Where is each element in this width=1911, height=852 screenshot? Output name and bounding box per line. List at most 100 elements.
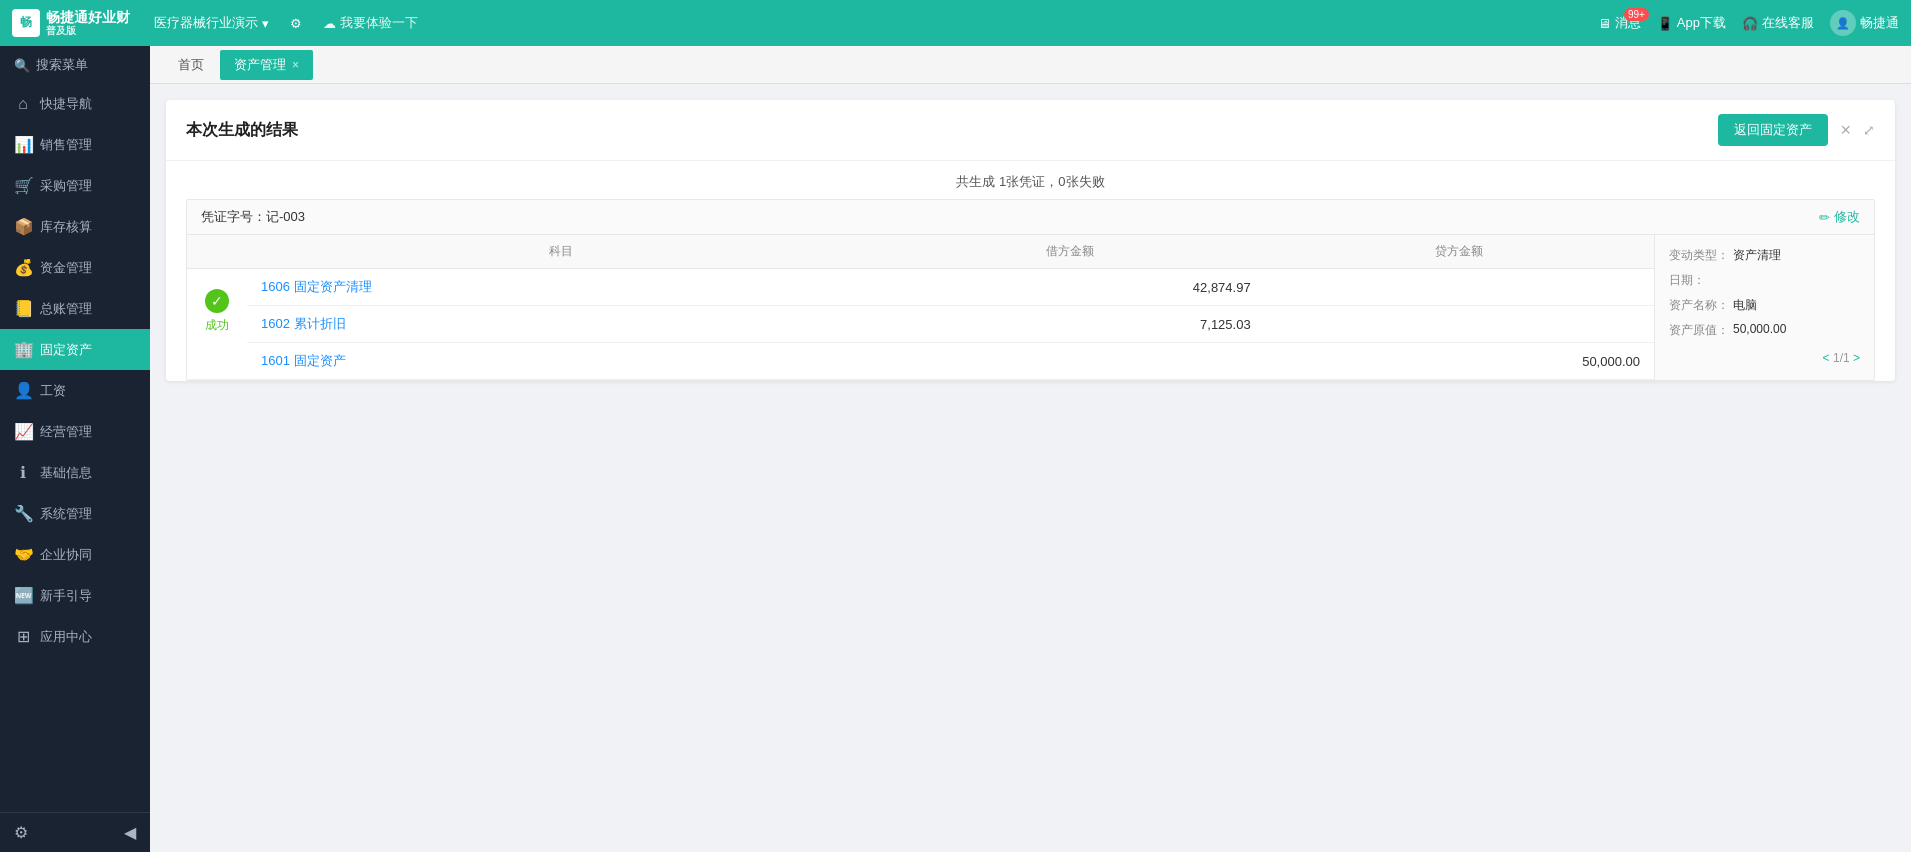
status-cell: ✓ 成功 xyxy=(187,269,247,380)
date-label: 日期： xyxy=(1669,272,1705,289)
operations-icon: 📈 xyxy=(14,422,32,441)
logo-name: 畅捷通好业财 xyxy=(46,9,130,26)
col-credit: 贷方金额 xyxy=(1265,235,1654,269)
debit-cell-3 xyxy=(875,343,1264,380)
sidebar-item-sales[interactable]: 📊 销售管理 xyxy=(0,124,150,165)
subject-cell-1601[interactable]: 1601 固定资产 xyxy=(247,343,875,380)
online-service-button[interactable]: 🎧 在线客服 xyxy=(1742,14,1814,32)
fixed-assets-icon: 🏢 xyxy=(14,340,32,359)
online-service-label: 在线客服 xyxy=(1762,14,1814,32)
logo-sub: 普及版 xyxy=(46,25,130,37)
sidebar-item-finance[interactable]: 💰 资金管理 xyxy=(0,247,150,288)
experience-icon: ☁ xyxy=(323,16,336,31)
sidebar-label-app-center: 应用中心 xyxy=(40,628,92,646)
sidebar-bottom: ⚙ ◀ xyxy=(0,812,150,852)
col-debit: 借方金额 xyxy=(875,235,1264,269)
top-bar: 畅 畅捷通好业财 普及版 医疗器械行业演示 ▾ ⚙ ☁ 我要体验一下 🖥 消息 … xyxy=(0,0,1911,46)
col-subject: 科目 xyxy=(247,235,875,269)
tab-home[interactable]: 首页 xyxy=(166,50,216,80)
search-icon: 🔍 xyxy=(14,58,30,73)
panel-expand-button[interactable]: ⤢ xyxy=(1863,122,1875,138)
subject-code-3: 1601 固定资产 xyxy=(261,353,346,368)
asset-name-value: 电脑 xyxy=(1733,297,1757,314)
ledger-icon: 📒 xyxy=(14,299,32,318)
sidebar-item-system[interactable]: 🔧 系统管理 xyxy=(0,493,150,534)
sidebar-item-operations[interactable]: 📈 经营管理 xyxy=(0,411,150,452)
search-label: 搜索菜单 xyxy=(36,56,88,74)
company-selector[interactable]: 医疗器械行业演示 ▾ xyxy=(146,10,277,36)
top-bar-right: 🖥 消息 99+ 📱 App下载 🎧 在线客服 👤 畅捷通 xyxy=(1598,10,1899,36)
sidebar-item-inventory[interactable]: 📦 库存核算 xyxy=(0,206,150,247)
sidebar-item-guide[interactable]: 🆕 新手引导 xyxy=(0,575,150,616)
summary-text: 共生成 1张凭证，0张失败 xyxy=(956,174,1104,189)
sidebar-item-fixed-assets[interactable]: 🏢 固定资产 xyxy=(0,329,150,370)
info-change-type: 变动类型： 资产清理 xyxy=(1669,247,1860,264)
app-center-icon: ⊞ xyxy=(14,627,32,646)
sidebar-item-cooperation[interactable]: 🤝 企业协同 xyxy=(0,534,150,575)
sidebar-item-app-center[interactable]: ⊞ 应用中心 xyxy=(0,616,150,657)
collapse-icon[interactable]: ◀ xyxy=(124,823,136,842)
sidebar-label-quick-nav: 快捷导航 xyxy=(40,95,92,113)
pagination-text: 1/1 xyxy=(1833,351,1853,365)
subject-cell-1602[interactable]: 1602 累计折旧 xyxy=(247,306,875,343)
success-badge: ✓ 成功 xyxy=(201,289,233,334)
subject-code-2: 1602 累计折旧 xyxy=(261,316,346,331)
info-asset-name: 资产名称： 电脑 xyxy=(1669,297,1860,314)
edit-icon: ✏ xyxy=(1819,210,1830,225)
sidebar-search[interactable]: 🔍 搜索菜单 xyxy=(0,46,150,84)
username: 畅捷通 xyxy=(1860,14,1899,32)
payroll-icon: 👤 xyxy=(14,381,32,400)
home-icon: ⌂ xyxy=(14,95,32,113)
sidebar-item-basic-info[interactable]: ℹ 基础信息 xyxy=(0,452,150,493)
app-download-button[interactable]: 📱 App下载 xyxy=(1657,14,1726,32)
change-type-value: 资产清理 xyxy=(1733,247,1781,264)
content-area: 首页 资产管理 × 本次生成的结果 返回固定资产 × ⤢ xyxy=(150,46,1911,852)
topbar-settings-button[interactable]: ⚙ xyxy=(281,8,311,38)
table-row: 1601 固定资产 50,000.00 xyxy=(187,343,1654,380)
sidebar: 🔍 搜索菜单 ⌂ 快捷导航 📊 销售管理 🛒 采购管理 📦 库存核算 💰 资金管… xyxy=(0,46,150,852)
sidebar-item-quick-nav[interactable]: ⌂ 快捷导航 xyxy=(0,84,150,124)
settings-icon[interactable]: ⚙ xyxy=(14,823,28,842)
credit-cell-1 xyxy=(1265,269,1654,306)
inventory-icon: 📦 xyxy=(14,217,32,236)
sidebar-label-finance: 资金管理 xyxy=(40,259,92,277)
basic-info-icon: ℹ xyxy=(14,463,32,482)
sidebar-label-sales: 销售管理 xyxy=(40,136,92,154)
panel-close-button[interactable]: × xyxy=(1840,120,1851,141)
subject-cell-1606[interactable]: 1606 固定资产清理 xyxy=(247,269,875,306)
messages-button[interactable]: 🖥 消息 99+ xyxy=(1598,14,1641,32)
sidebar-label-basic-info: 基础信息 xyxy=(40,464,92,482)
voucher-id: 凭证字号：记-003 xyxy=(201,208,305,226)
asset-name-label: 资产名称： xyxy=(1669,297,1729,314)
voucher-header: 凭证字号：记-003 ✏ 修改 xyxy=(187,200,1874,235)
messages-badge: 99+ xyxy=(1624,8,1649,21)
dropdown-icon: ▾ xyxy=(262,16,269,31)
page-prev-button[interactable]: < xyxy=(1823,351,1830,365)
experience-button[interactable]: ☁ 我要体验一下 xyxy=(323,14,418,32)
success-label: 成功 xyxy=(205,317,229,334)
avatar: 👤 xyxy=(1830,10,1856,36)
user-menu[interactable]: 👤 畅捷通 xyxy=(1830,10,1899,36)
debit-cell-1: 42,874.97 xyxy=(875,269,1264,306)
tab-asset-management[interactable]: 资产管理 × xyxy=(220,50,313,80)
logo: 畅 畅捷通好业财 普及版 xyxy=(12,9,130,38)
close-icon[interactable]: × xyxy=(292,58,299,72)
sidebar-label-operations: 经营管理 xyxy=(40,423,92,441)
sidebar-item-payroll[interactable]: 👤 工资 xyxy=(0,370,150,411)
voucher-table: 科目 借方金额 贷方金额 xyxy=(187,235,1654,380)
info-original-value: 资产原值： 50,000.00 xyxy=(1669,322,1860,339)
sidebar-item-ledger[interactable]: 📒 总账管理 xyxy=(0,288,150,329)
return-button[interactable]: 返回固定资产 xyxy=(1718,114,1828,146)
company-name: 医疗器械行业演示 xyxy=(154,14,258,32)
edit-button[interactable]: ✏ 修改 xyxy=(1819,208,1860,226)
table-row: 1602 累计折旧 7,125.03 xyxy=(187,306,1654,343)
results-panel: 本次生成的结果 返回固定资产 × ⤢ 共生成 1张凭证，0张失败 凭证字号：记-… xyxy=(166,100,1895,381)
purchase-icon: 🛒 xyxy=(14,176,32,195)
message-icon: 🖥 xyxy=(1598,16,1611,31)
sidebar-item-purchase[interactable]: 🛒 采购管理 xyxy=(0,165,150,206)
sidebar-label-payroll: 工资 xyxy=(40,382,66,400)
sidebar-label-ledger: 总账管理 xyxy=(40,300,92,318)
page-next-button[interactable]: > xyxy=(1853,351,1860,365)
edit-label: 修改 xyxy=(1834,208,1860,226)
app-download-label: App下载 xyxy=(1677,14,1726,32)
